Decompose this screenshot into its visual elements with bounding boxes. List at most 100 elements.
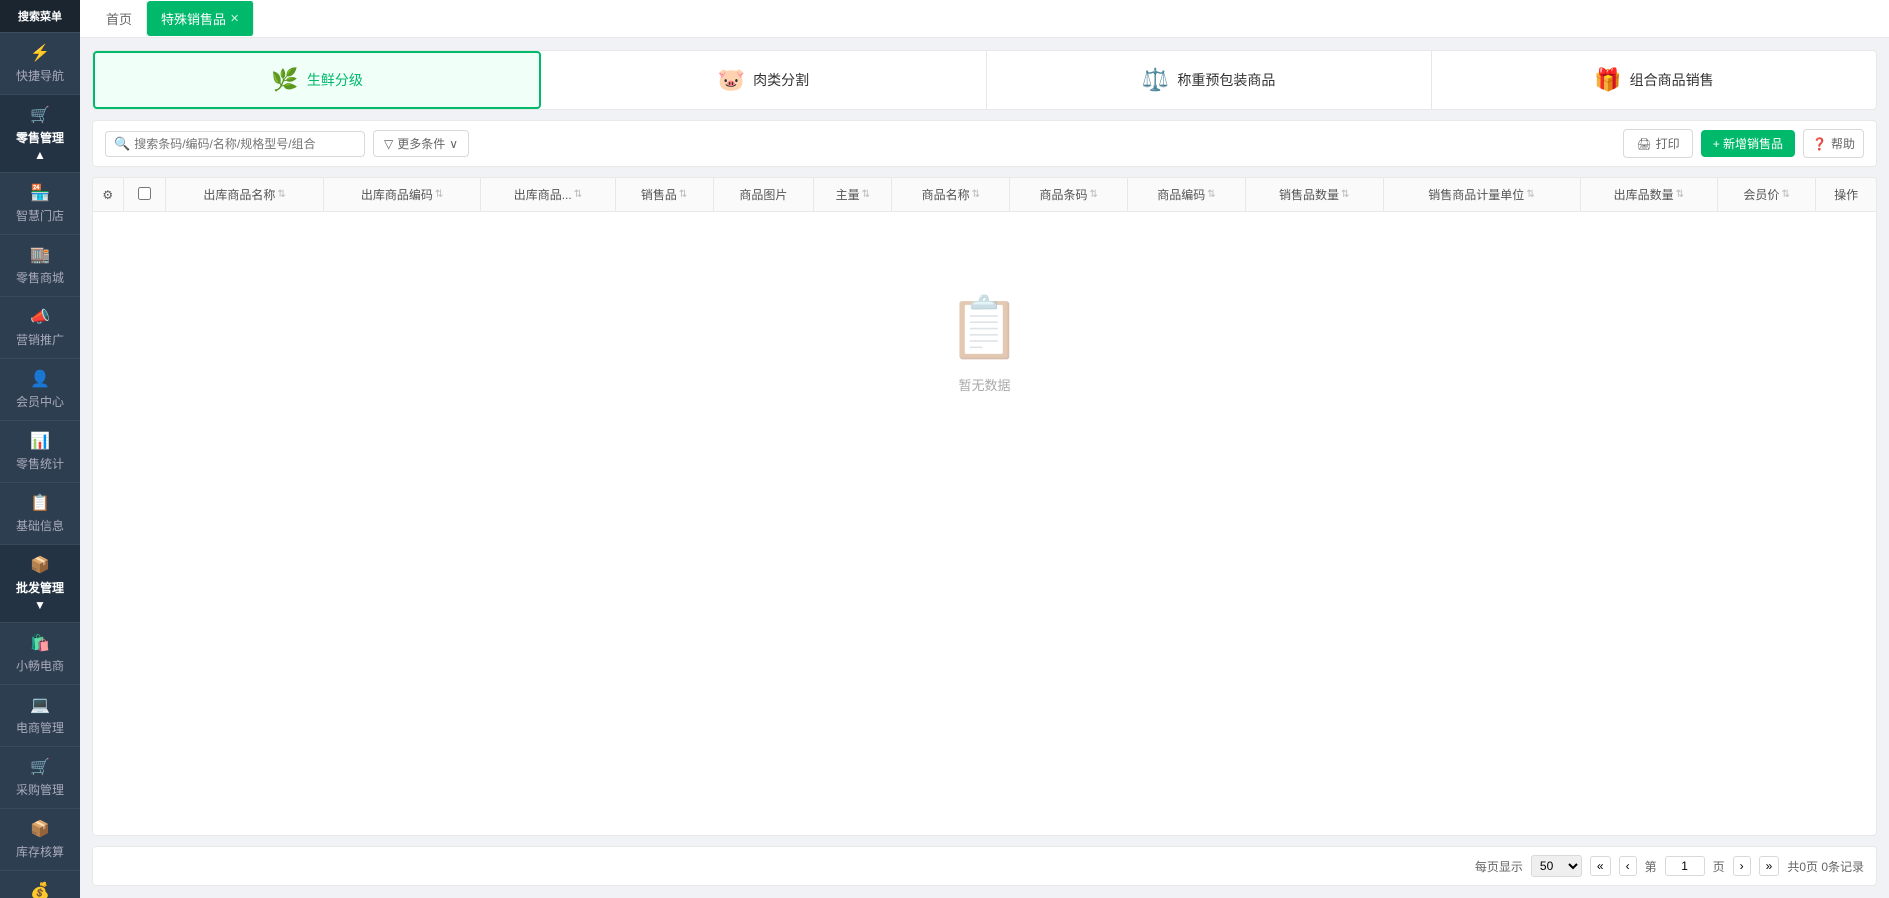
new-label: + 新增销售品 — [1713, 135, 1783, 152]
stats-icon: 📊 — [30, 431, 50, 451]
sidebar-item-retail-mall[interactable]: 🏬 零售商城 — [0, 235, 80, 297]
th-checkbox[interactable] — [123, 178, 166, 212]
page-number-input[interactable] — [1665, 856, 1705, 876]
th-out-qty[interactable]: 出库品数量 ⇅ — [1580, 178, 1718, 212]
page-label-prefix: 第 — [1645, 858, 1657, 875]
sidebar-label-retail-mall: 零售商城 — [16, 269, 64, 286]
gear-icon[interactable]: ⚙ — [102, 188, 113, 202]
sort-icon-7: ⇅ — [1089, 189, 1097, 200]
col-out-product-name: 出库商品名称 — [203, 186, 275, 203]
sidebar-item-wholesale-mgmt[interactable]: 📦 批发管理 ▼ — [0, 545, 80, 623]
data-table: ⚙ 出库商品名称 ⇅ 出库商 — [93, 178, 1876, 474]
search-box[interactable]: 🔍 — [105, 131, 365, 157]
next-page-button[interactable]: › — [1733, 856, 1751, 876]
sidebar-item-inventory[interactable]: 📦 库存核算 — [0, 809, 80, 871]
empty-icon: 📋 — [947, 292, 1022, 363]
th-product-barcode[interactable]: 商品条码 ⇅ — [1010, 178, 1128, 212]
printer-icon: 🖨 — [1636, 137, 1651, 151]
ecommerce-icon: 💻 — [30, 695, 50, 715]
sidebar-item-member-center[interactable]: 👤 会员中心 — [0, 359, 80, 421]
filter-label: 更多条件 — [397, 135, 445, 152]
th-out-product-spec[interactable]: 出库商品... ⇅ — [481, 178, 615, 212]
sidebar-item-purchase-mgmt[interactable]: 🛒 采购管理 — [0, 747, 80, 809]
sidebar-label-retail-stats: 零售统计 — [16, 455, 64, 472]
sidebar-item-basic-info[interactable]: 📋 基础信息 — [0, 483, 80, 545]
tab-bar: 首页 特殊销售品 ✕ — [80, 0, 1889, 38]
th-gear[interactable]: ⚙ — [93, 178, 123, 212]
sidebar-label-quick-nav: 快捷导航 — [16, 67, 64, 84]
category-tabs: 🌿 生鲜分级 🐷 肉类分割 ⚖️ 称重预包装商品 🎁 组合商品销售 — [92, 50, 1877, 110]
prev-page-button[interactable]: ‹ — [1619, 856, 1637, 876]
chevron-icon: ∨ — [449, 137, 458, 151]
member-icon: 👤 — [30, 369, 50, 389]
tab-home[interactable]: 首页 — [92, 1, 147, 36]
sort-icon-12: ⇅ — [1781, 189, 1789, 200]
lightning-icon: ⚡ — [30, 43, 50, 63]
sort-icon-4: ⇅ — [679, 189, 687, 200]
sidebar-item-retail-stats[interactable]: 📊 零售统计 — [0, 421, 80, 483]
cat-tab-weight-packaged[interactable]: ⚖️ 称重预包装商品 — [987, 51, 1432, 109]
inventory-icon: 📦 — [30, 819, 50, 839]
sidebar-label-marketing: 营销推广 — [16, 331, 64, 348]
th-sale-product[interactable]: 销售品 ⇅ — [615, 178, 713, 212]
wholesale-icon: 📦 — [30, 555, 50, 575]
th-out-product-code[interactable]: 出库商品编码 ⇅ — [323, 178, 480, 212]
mini-ecommerce-icon: 🛍️ — [30, 633, 50, 653]
th-product-image[interactable]: 商品图片 — [713, 178, 814, 212]
sidebar-item-ecommerce-mgmt[interactable]: 💻 电商管理 — [0, 685, 80, 747]
sort-icon-2: ⇅ — [435, 189, 443, 200]
cat-tab-meat-division[interactable]: 🐷 肉类分割 — [541, 51, 986, 109]
sort-icon-9: ⇅ — [1341, 189, 1349, 200]
sidebar-item-marketing[interactable]: 📣 营销推广 — [0, 297, 80, 359]
sort-icon-3: ⇅ — [574, 189, 582, 200]
filter-button[interactable]: ▽ 更多条件 ∨ — [373, 130, 469, 157]
tab-label-special-sales: 特殊销售品 — [161, 9, 226, 28]
sidebar-item-quick-nav[interactable]: ⚡ 快捷导航 — [0, 33, 80, 95]
cat-label-weight-packaged: 称重预包装商品 — [1177, 70, 1275, 90]
th-out-product-name[interactable]: 出库商品名称 ⇅ — [166, 178, 323, 212]
purchase-icon: 🛒 — [30, 757, 50, 777]
tab-close-icon[interactable]: ✕ — [230, 12, 239, 25]
th-member-price[interactable]: 会员价 ⇅ — [1718, 178, 1816, 212]
empty-state: 📋 暂无数据 — [93, 212, 1876, 474]
th-sale-qty[interactable]: 销售品数量 ⇅ — [1245, 178, 1383, 212]
chevron-down-icon: ▲ — [34, 148, 46, 162]
search-input[interactable] — [134, 137, 356, 151]
th-product-name[interactable]: 商品名称 ⇅ — [892, 178, 1010, 212]
marketing-icon: 📣 — [30, 307, 50, 327]
sidebar-item-mini-ecommerce[interactable]: 🛍️ 小畅电商 — [0, 623, 80, 685]
store-icon: 🏪 — [30, 183, 50, 203]
last-page-button[interactable]: » — [1759, 856, 1780, 876]
sort-icon-8: ⇅ — [1207, 189, 1215, 200]
th-main-unit[interactable]: 主量 ⇅ — [814, 178, 892, 212]
print-button[interactable]: 🖨 打印 — [1623, 129, 1692, 158]
th-sale-unit[interactable]: 销售商品计量单位 ⇅ — [1383, 178, 1580, 212]
cat-tab-fresh-grade[interactable]: 🌿 生鲜分级 — [93, 51, 541, 109]
tab-special-sales[interactable]: 特殊销售品 ✕ — [147, 1, 254, 36]
sidebar-item-smart-store[interactable]: 🏪 智慧门店 — [0, 173, 80, 235]
th-product-code[interactable]: 商品编码 ⇅ — [1128, 178, 1246, 212]
col-main-unit: 主量 — [836, 186, 860, 203]
sidebar-item-capital-mgmt[interactable]: 💰 资金管理 — [0, 871, 80, 898]
sidebar-label-mini-ecommerce: 小畅电商 — [16, 657, 64, 674]
main-content: 首页 特殊销售品 ✕ 🌿 生鲜分级 🐷 肉类分割 ⚖️ 称重预包装商品 🎁 组合… — [80, 0, 1889, 898]
retail-icon: 🛒 — [30, 105, 50, 125]
sidebar-item-retail-mgmt[interactable]: 🛒 零售管理 ▲ — [0, 95, 80, 173]
sidebar-label-ecommerce-mgmt: 电商管理 — [16, 719, 64, 736]
capital-icon: 💰 — [30, 881, 50, 898]
cat-tab-combo-sales[interactable]: 🎁 组合商品销售 — [1432, 51, 1876, 109]
col-out-product-spec: 出库商品... — [514, 186, 572, 203]
sort-icon-6: ⇅ — [972, 189, 980, 200]
sidebar-logo[interactable]: 搜索菜单 — [0, 0, 80, 33]
sidebar-label-retail-mgmt: 零售管理 — [16, 129, 64, 146]
per-page-label: 每页显示 — [1475, 858, 1523, 875]
help-button[interactable]: ❓ 帮助 — [1803, 129, 1864, 158]
per-page-select[interactable]: 50 10 20 100 — [1531, 855, 1582, 877]
fresh-grade-icon: 🌿 — [271, 67, 298, 93]
first-page-button[interactable]: « — [1590, 856, 1611, 876]
chevron-down-icon-2: ▼ — [34, 598, 46, 612]
select-all-checkbox[interactable] — [138, 187, 151, 200]
table-body: 📋 暂无数据 — [93, 212, 1876, 475]
new-sales-button[interactable]: + 新增销售品 — [1701, 130, 1795, 157]
cat-label-combo-sales: 组合商品销售 — [1630, 70, 1714, 90]
